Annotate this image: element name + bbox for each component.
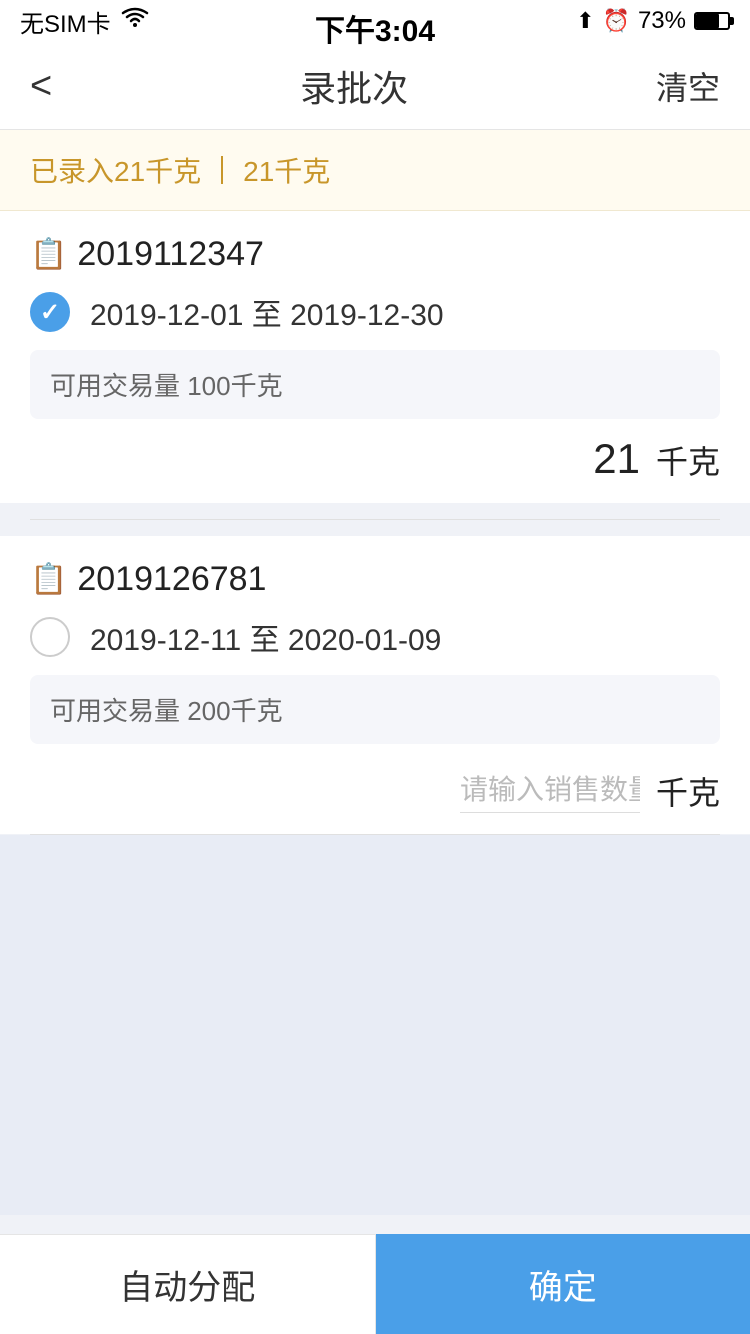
section-divider: [0, 520, 750, 536]
nav-bar: < 录批次 清空: [0, 42, 750, 130]
batch-date-row-1[interactable]: 2019-12-01 至 2019-12-30: [30, 290, 720, 334]
carrier-label: 无SIM卡: [20, 4, 111, 39]
auto-distribute-button[interactable]: 自动分配: [0, 1234, 376, 1334]
clear-button[interactable]: 清空: [656, 63, 720, 109]
wifi-icon: [121, 7, 149, 36]
batch-radio-2[interactable]: [30, 617, 70, 657]
batch-item-2: 📋 2019126781 2019-12-11 至 2020-01-09 可用交…: [0, 536, 750, 744]
info-divider: [221, 156, 223, 184]
batch-id-2: 2019126781: [77, 560, 266, 599]
status-right: ⬆ ⏰ 73%: [576, 7, 730, 35]
batch-radio-1[interactable]: [30, 292, 70, 332]
status-left: 无SIM卡: [20, 4, 149, 39]
batch-id-1: 2019112347: [77, 235, 264, 274]
bottom-bar: 自动分配 确定: [0, 1234, 750, 1334]
batch-header-1: 📋 2019112347: [30, 235, 720, 274]
batch-2-input-row: 千克: [0, 744, 750, 834]
batch-date-row-2[interactable]: 2019-12-11 至 2020-01-09: [30, 615, 720, 659]
batch-date-1: 2019-12-01 至 2019-12-30: [90, 290, 444, 334]
status-bar: 无SIM卡 下午3:04 ⬆ ⏰ 73%: [0, 0, 750, 42]
batch-2-input[interactable]: [460, 769, 640, 813]
batch-volume-1: 可用交易量 100千克: [30, 350, 720, 419]
location-icon: ⬆: [576, 8, 594, 34]
batch-volume-2: 可用交易量 200千克: [30, 675, 720, 744]
back-button[interactable]: <: [30, 67, 52, 105]
recorded-label: 已录入21千克: [30, 150, 201, 190]
batch-1-value: 21: [593, 435, 640, 483]
info-banner: 已录入21千克 21千克: [0, 130, 750, 211]
batch-1-value-row: 21 千克: [0, 419, 750, 503]
status-time: 下午3:04: [315, 6, 435, 50]
battery-icon: [694, 12, 730, 30]
alarm-icon: ⏰: [603, 8, 630, 34]
batch-date-2: 2019-12-11 至 2020-01-09: [90, 615, 441, 659]
confirm-button[interactable]: 确定: [376, 1234, 750, 1334]
batch-header-2: 📋 2019126781: [30, 560, 720, 599]
batch-doc-icon-2: 📋: [30, 562, 67, 597]
batch-doc-icon-1: 📋: [30, 237, 67, 272]
batch-item-1: 📋 2019112347 2019-12-01 至 2019-12-30 可用交…: [0, 211, 750, 419]
battery-percent: 73%: [638, 7, 686, 35]
batch-1-unit: 千克: [656, 437, 720, 483]
recorded-value: 21千克: [243, 150, 330, 190]
batch-2-unit: 千克: [656, 768, 720, 814]
page-title: 录批次: [300, 60, 408, 112]
empty-area: [0, 835, 750, 1215]
